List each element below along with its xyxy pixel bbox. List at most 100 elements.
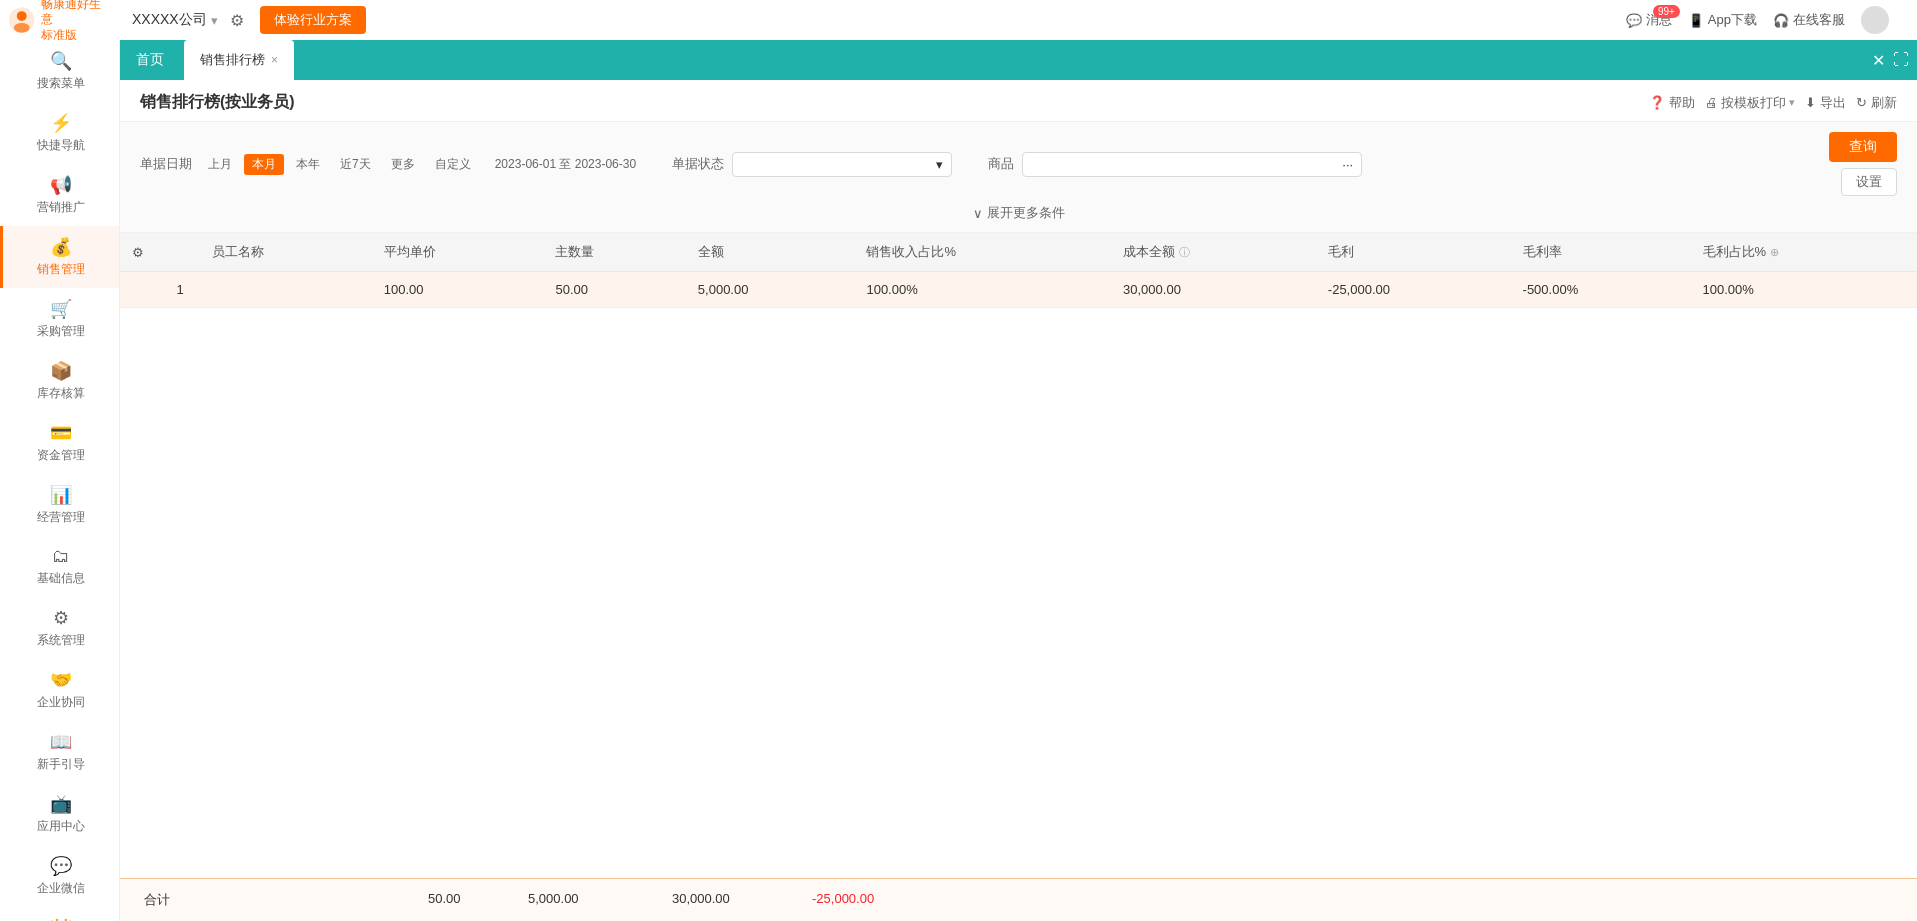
gross-pct-info-icon[interactable]: ⊕	[1770, 246, 1779, 258]
gear-icon: ⚙	[53, 607, 69, 629]
headset-icon: 🎧	[1773, 13, 1789, 28]
sidebar-item-member[interactable]: 👑 畅会员	[0, 907, 119, 921]
goods-select[interactable]: ···	[1022, 152, 1362, 177]
avatar[interactable]	[1861, 6, 1889, 34]
card-icon: 💳	[50, 422, 72, 444]
sidebar-item-basicinfo[interactable]: 🗂 基础信息	[0, 536, 119, 597]
sidebar-item-inventory[interactable]: 📦 库存核算	[0, 350, 119, 412]
row-amount: 5,000.00	[686, 272, 855, 308]
row-name	[200, 272, 372, 308]
company-dropdown-icon[interactable]: ▾	[211, 13, 218, 28]
tv-icon: 📺	[50, 793, 72, 815]
svg-point-2	[14, 23, 30, 33]
footer-label: 合计	[132, 887, 392, 913]
goods-more-icon[interactable]: ···	[1342, 157, 1353, 172]
print-icon: 🖨	[1705, 95, 1718, 110]
footer-qty: 50.00	[416, 887, 516, 913]
print-dropdown-icon[interactable]: ▾	[1789, 96, 1795, 109]
print-button[interactable]: 🖨 按模板打印 ▾	[1705, 94, 1795, 112]
wechat-icon: 💬	[50, 855, 72, 877]
book-icon: 📖	[50, 731, 72, 753]
help-icon: ❓	[1649, 95, 1665, 110]
sidebar-item-quicknav[interactable]: ⚡ 快捷导航	[0, 102, 119, 164]
col-amount: 全额	[686, 233, 855, 272]
expand-more-button[interactable]: ∨ 展开更多条件	[973, 204, 1065, 222]
row-gross-pct: 100.00%	[1691, 272, 1917, 308]
col-gross-rate: 毛利率	[1511, 233, 1691, 272]
message-badge: 99+	[1653, 5, 1680, 18]
row-qty: 50.00	[543, 272, 685, 308]
this-month-tab[interactable]: 本月	[244, 154, 284, 175]
query-button[interactable]: 查询	[1829, 132, 1897, 162]
sidebar: 🔍 搜索菜单 ⚡ 快捷导航 📢 营销推广 💰 销售管理 🛒 采购管理 📦	[0, 40, 120, 921]
table-container: ⚙ 员工名称 平均单价 主数量 全额 销售收入占比% 成本全额 ⓘ	[120, 233, 1917, 878]
sidebar-item-label: 营销推广	[37, 199, 85, 216]
online-service-button[interactable]: 🎧 在线客服	[1773, 11, 1845, 29]
footer-total-row: 合计 50.00 5,000.00 30,000.00 -25,000.00	[132, 887, 1905, 913]
page-actions: ❓ 帮助 🖨 按模板打印 ▾ ⬇ 导出 ↻	[1649, 94, 1897, 112]
tab-maximize-icon[interactable]: ⛶	[1893, 51, 1909, 69]
sidebar-item-finance[interactable]: 💳 资金管理	[0, 412, 119, 474]
setup-button[interactable]: 设置	[1841, 168, 1897, 196]
sales-icon: 💰	[50, 236, 72, 258]
sidebar-item-search[interactable]: 🔍 搜索菜单	[0, 40, 119, 102]
col-settings[interactable]: ⚙	[120, 233, 160, 272]
col-rank	[160, 233, 200, 272]
date-label: 单据日期	[140, 155, 192, 173]
table-footer: 合计 50.00 5,000.00 30,000.00 -25,000.00	[120, 878, 1917, 921]
sidebar-item-operations[interactable]: 📊 经营管理	[0, 474, 119, 536]
search-menu-icon: 🔍	[50, 50, 72, 72]
footer-cost: 30,000.00	[660, 887, 800, 913]
sidebar-item-label: 资金管理	[37, 447, 85, 464]
last7days-tab[interactable]: 近7天	[332, 154, 379, 175]
sidebar-item-label: 销售管理	[37, 261, 85, 278]
chart-icon: 📊	[50, 484, 72, 506]
sidebar-item-label: 采购管理	[37, 323, 85, 340]
logo-text: 畅康通好生意 标准版	[41, 0, 112, 43]
footer-gross: -25,000.00	[800, 887, 886, 913]
logo-icon	[8, 6, 35, 34]
lightning-icon: ⚡	[50, 112, 72, 134]
sidebar-item-wechat[interactable]: 💬 企业微信	[0, 845, 119, 907]
tab-label: 销售排行榜	[200, 51, 265, 69]
box-icon: 📦	[50, 360, 72, 382]
tab-sales-ranking[interactable]: 销售排行榜 ×	[184, 40, 294, 80]
sidebar-item-purchase[interactable]: 🛒 采购管理	[0, 288, 119, 350]
help-button[interactable]: ❓ 帮助	[1649, 94, 1695, 112]
tab-close-window-icon[interactable]: ✕	[1872, 51, 1885, 70]
svg-point-1	[17, 11, 27, 21]
folder-icon: 🗂	[52, 546, 70, 567]
tab-home[interactable]: 首页	[120, 40, 180, 80]
custom-date-tab[interactable]: 自定义	[427, 154, 479, 175]
last-month-tab[interactable]: 上月	[200, 154, 240, 175]
row-rank: 1	[160, 272, 200, 308]
settings-icon[interactable]: ⚙	[230, 11, 244, 30]
sidebar-item-label: 基础信息	[37, 570, 85, 587]
sidebar-item-label: 企业微信	[37, 880, 85, 897]
app-download-button[interactable]: 📱 App下载	[1688, 11, 1757, 29]
company-name: XXXXX公司	[132, 11, 207, 29]
sidebar-item-marketing[interactable]: 📢 营销推广	[0, 164, 119, 226]
sidebar-item-guide[interactable]: 📖 新手引导	[0, 721, 119, 783]
message-button[interactable]: 💬 消息 99+	[1626, 11, 1672, 29]
date-range-group: 上月 本月 本年 近7天 更多 自定义	[200, 154, 479, 175]
sidebar-item-label: 经营管理	[37, 509, 85, 526]
megaphone-icon: 📢	[50, 174, 72, 196]
refresh-button[interactable]: ↻ 刷新	[1856, 94, 1897, 112]
row-sales-pct: 100.00%	[854, 272, 1111, 308]
row-gross-rate: -500.00%	[1511, 272, 1691, 308]
col-gross: 毛利	[1316, 233, 1511, 272]
tab-close-icon[interactable]: ×	[271, 53, 278, 67]
phone-icon: 📱	[1688, 13, 1704, 28]
this-year-tab[interactable]: 本年	[288, 154, 328, 175]
sidebar-item-appstore[interactable]: 📺 应用中心	[0, 783, 119, 845]
sidebar-item-system[interactable]: ⚙ 系统管理	[0, 597, 119, 659]
status-select[interactable]: ▾	[732, 152, 952, 177]
trial-button[interactable]: 体验行业方案	[260, 6, 366, 34]
export-button[interactable]: ⬇ 导出	[1805, 94, 1846, 112]
sidebar-item-sales[interactable]: 💰 销售管理	[0, 226, 119, 288]
crown-icon: 👑	[50, 917, 72, 921]
sidebar-item-collab[interactable]: 🤝 企业协同	[0, 659, 119, 721]
more-date-tab[interactable]: 更多	[383, 154, 423, 175]
cost-info-icon[interactable]: ⓘ	[1179, 246, 1190, 258]
